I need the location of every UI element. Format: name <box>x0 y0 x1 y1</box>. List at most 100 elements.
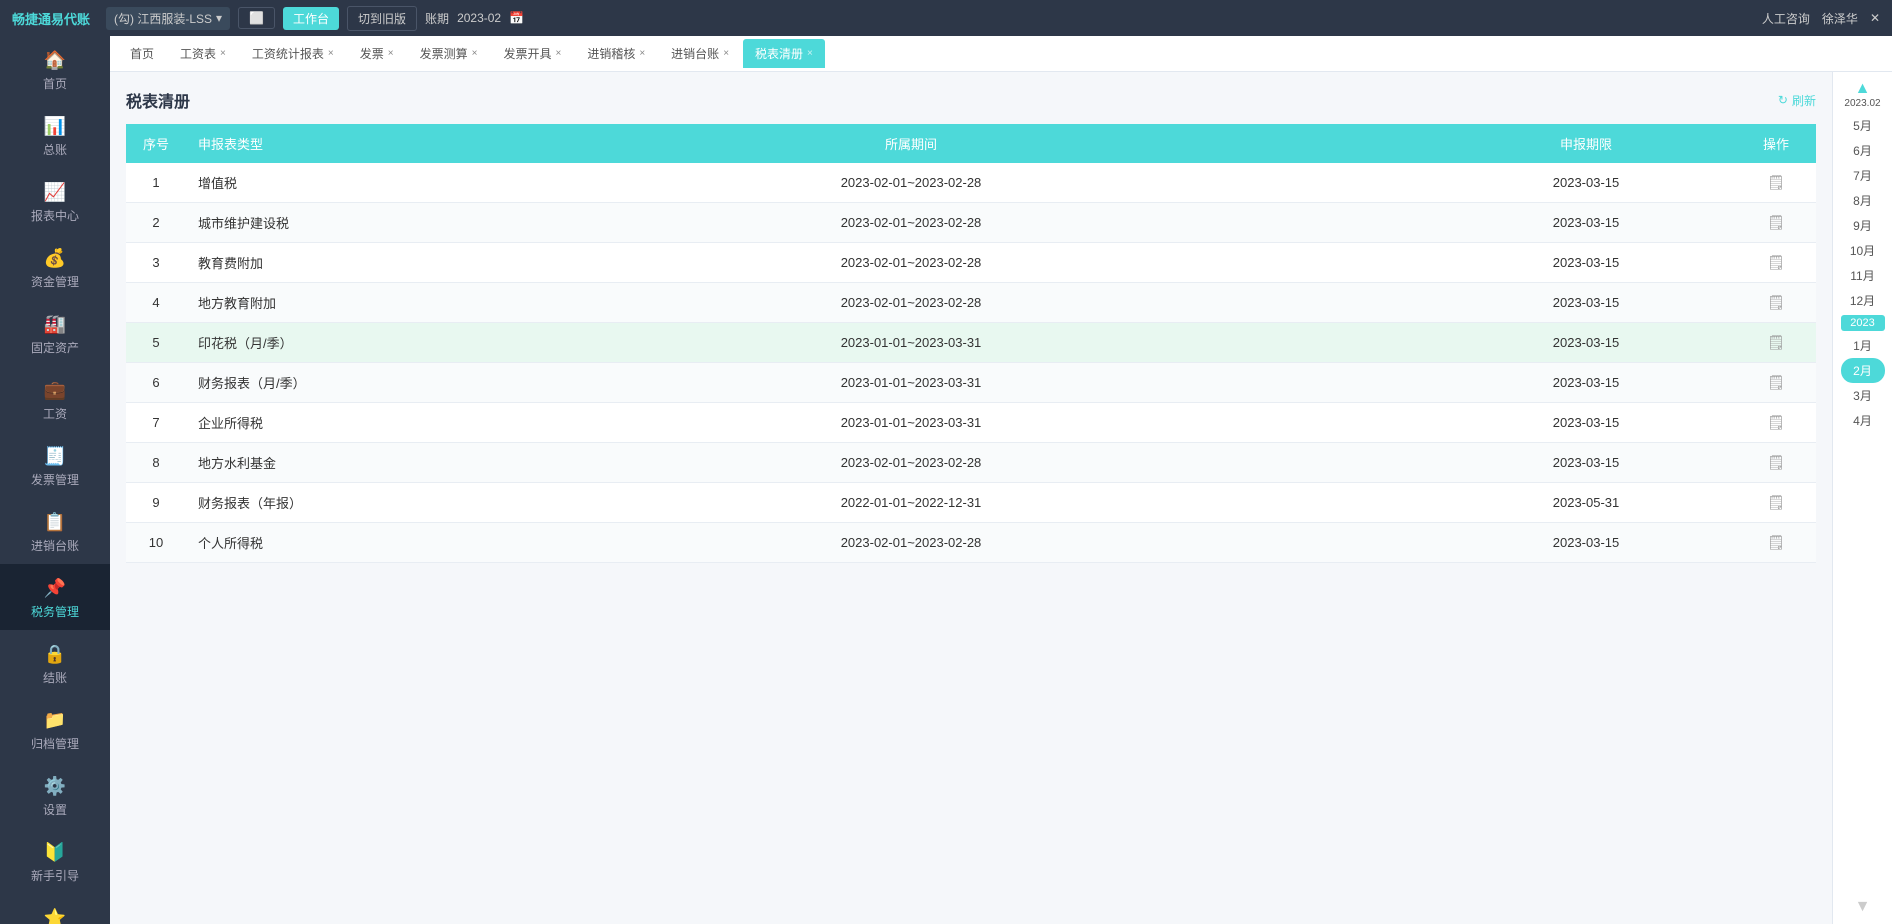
sidebar-item-sales[interactable]: 📋 进销台账 <box>0 498 110 564</box>
cell-report-period: 2023-03-15 <box>1436 163 1736 203</box>
action-file-icon[interactable]: 🗒 <box>1767 294 1785 310</box>
sidebar-item-label: 报表中心 <box>31 207 79 224</box>
page-content: 税表清册 ↻ 刷新 序号 申报表类型 所属期间 申报期限 操作 <box>110 72 1832 924</box>
top-bar-right: 人工咨询 徐泽华 ✕ <box>1762 10 1880 27</box>
tab-purchase-audit[interactable]: 进销稽核 × <box>575 39 657 68</box>
company-selector[interactable]: (勾) 江西服装-LSS ▾ <box>106 7 230 30</box>
action-file-icon[interactable]: 🗒 <box>1767 414 1785 430</box>
tab-close-icon[interactable]: × <box>388 48 394 59</box>
month-item-10[interactable]: 10月 <box>1841 238 1885 263</box>
cell-action: 🗒 <box>1736 363 1816 403</box>
cell-report-period: 2023-03-15 <box>1436 403 1736 443</box>
cell-period: 2023-02-01~2023-02-28 <box>386 283 1436 323</box>
tab-invoice-open[interactable]: 发票开具 × <box>491 39 573 68</box>
month-item-7[interactable]: 7月 <box>1841 163 1885 188</box>
sidebar-item-archive[interactable]: 📁 归档管理 <box>0 696 110 762</box>
cell-report-period: 2023-03-15 <box>1436 203 1736 243</box>
tab-salary-table[interactable]: 工资表 × <box>168 39 238 68</box>
tab-close-icon[interactable]: × <box>555 48 561 59</box>
table-row: 4 地方教育附加 2023-02-01~2023-02-28 2023-03-1… <box>126 283 1816 323</box>
tab-salary-stats[interactable]: 工资统计报表 × <box>240 39 346 68</box>
period-value: 2023-02 <box>457 11 501 25</box>
tab-close-icon[interactable]: × <box>328 48 334 59</box>
cell-report-period: 2023-03-15 <box>1436 323 1736 363</box>
tab-close-icon[interactable]: × <box>807 48 813 59</box>
action-file-icon[interactable]: 🗒 <box>1767 214 1785 230</box>
table-row: 9 财务报表（年报） 2022-01-01~2022-12-31 2023-05… <box>126 483 1816 523</box>
month-item-9[interactable]: 9月 <box>1841 213 1885 238</box>
sidebar-item-member[interactable]: ⭐ 畅会员 <box>0 894 110 924</box>
down-arrow-icon[interactable]: ▼ <box>1855 898 1871 916</box>
month-item-3[interactable]: 3月 <box>1841 383 1885 408</box>
sidebar-item-salary[interactable]: 💼 工资 <box>0 366 110 432</box>
action-file-icon[interactable]: 🗒 <box>1767 374 1785 390</box>
action-file-icon[interactable]: 🗒 <box>1767 174 1785 190</box>
cell-action: 🗒 <box>1736 483 1816 523</box>
action-file-icon[interactable]: 🗒 <box>1767 454 1785 470</box>
sidebar-item-ledger[interactable]: 📊 总账 <box>0 102 110 168</box>
cell-report-period: 2023-03-15 <box>1436 443 1736 483</box>
year-badge-2023[interactable]: 2023 <box>1841 315 1885 331</box>
col-header-action: 操作 <box>1736 124 1816 163</box>
col-header-type: 申报表类型 <box>186 124 386 163</box>
workspace-button[interactable]: 工作台 <box>283 7 339 30</box>
table-row: 7 企业所得税 2023-01-01~2023-03-31 2023-03-15… <box>126 403 1816 443</box>
sidebar-item-label: 税务管理 <box>31 603 79 620</box>
tab-tax-list[interactable]: 税表清册 × <box>743 39 825 68</box>
cell-type: 个人所得税 <box>186 523 386 563</box>
action-file-icon[interactable]: 🗒 <box>1767 334 1785 350</box>
month-item-6[interactable]: 6月 <box>1841 138 1885 163</box>
sidebar-item-report[interactable]: 📈 报表中心 <box>0 168 110 234</box>
cell-type: 增值税 <box>186 163 386 203</box>
tab-close-icon[interactable]: × <box>723 48 729 59</box>
sidebar-item-close[interactable]: 🔒 结账 <box>0 630 110 696</box>
sidebar-item-label: 新手引导 <box>31 867 79 884</box>
close-icon[interactable]: ✕ <box>1870 11 1880 25</box>
cell-type: 地方教育附加 <box>186 283 386 323</box>
action-file-icon[interactable]: 🗒 <box>1767 254 1785 270</box>
cell-action: 🗒 <box>1736 523 1816 563</box>
cell-action: 🗒 <box>1736 403 1816 443</box>
sidebar-item-guide[interactable]: 🔰 新手引导 <box>0 828 110 894</box>
sidebar-item-label: 首页 <box>43 75 67 92</box>
cell-report-period: 2023-03-15 <box>1436 283 1736 323</box>
tab-invoice[interactable]: 发票 × <box>348 39 406 68</box>
report-icon: 📈 <box>44 182 66 203</box>
action-file-icon[interactable]: 🗒 <box>1767 534 1785 550</box>
tab-close-icon[interactable]: × <box>639 48 645 59</box>
copy-button[interactable]: ⬜ <box>238 7 275 29</box>
switch-old-button[interactable]: 切到旧版 <box>347 6 417 31</box>
month-item-11[interactable]: 11月 <box>1841 263 1885 288</box>
sidebar-item-invoice[interactable]: 🧾 发票管理 <box>0 432 110 498</box>
cell-type: 城市维护建设税 <box>186 203 386 243</box>
sidebar-item-home[interactable]: 🏠 首页 <box>0 36 110 102</box>
cell-seq: 1 <box>126 163 186 203</box>
tab-bar: 首页 工资表 × 工资统计报表 × 发票 × 发票测算 × 发票开具 × 进销稽… <box>110 36 1892 72</box>
tab-close-icon[interactable]: × <box>220 48 226 59</box>
up-arrow-icon[interactable]: ▲ <box>1855 80 1871 98</box>
tab-invoice-calc[interactable]: 发票测算 × <box>408 39 490 68</box>
username-display: 徐泽华 <box>1822 10 1858 27</box>
month-item-12[interactable]: 12月 <box>1841 288 1885 313</box>
month-item-1[interactable]: 1月 <box>1841 333 1885 358</box>
tab-home[interactable]: 首页 <box>118 39 166 68</box>
sidebar: 🏠 首页 📊 总账 📈 报表中心 💰 资金管理 🏭 固定资产 💼 工资 🧾 发票… <box>0 36 110 924</box>
tab-purchase-ledger[interactable]: 进销台账 × <box>659 39 741 68</box>
sidebar-item-settings[interactable]: ⚙️ 设置 <box>0 762 110 828</box>
calendar-icon[interactable]: 📅 <box>509 11 524 25</box>
refresh-button[interactable]: ↻ 刷新 <box>1778 92 1816 109</box>
month-item-4[interactable]: 4月 <box>1841 408 1885 433</box>
sidebar-item-tax[interactable]: 📌 税务管理 <box>0 564 110 630</box>
month-item-8[interactable]: 8月 <box>1841 188 1885 213</box>
sidebar-item-fund[interactable]: 💰 资金管理 <box>0 234 110 300</box>
sidebar-item-label: 结账 <box>43 669 67 686</box>
month-item-5[interactable]: 5月 <box>1841 113 1885 138</box>
table-row: 6 财务报表（月/季） 2023-01-01~2023-03-31 2023-0… <box>126 363 1816 403</box>
tab-close-icon[interactable]: × <box>472 48 478 59</box>
cell-period: 2022-01-01~2022-12-31 <box>386 483 1436 523</box>
month-item-2-active[interactable]: 2月 <box>1841 358 1885 383</box>
table-row: 10 个人所得税 2023-02-01~2023-02-28 2023-03-1… <box>126 523 1816 563</box>
action-file-icon[interactable]: 🗒 <box>1767 494 1785 510</box>
manual-consult-btn[interactable]: 人工咨询 <box>1762 10 1810 27</box>
sidebar-item-assets[interactable]: 🏭 固定资产 <box>0 300 110 366</box>
